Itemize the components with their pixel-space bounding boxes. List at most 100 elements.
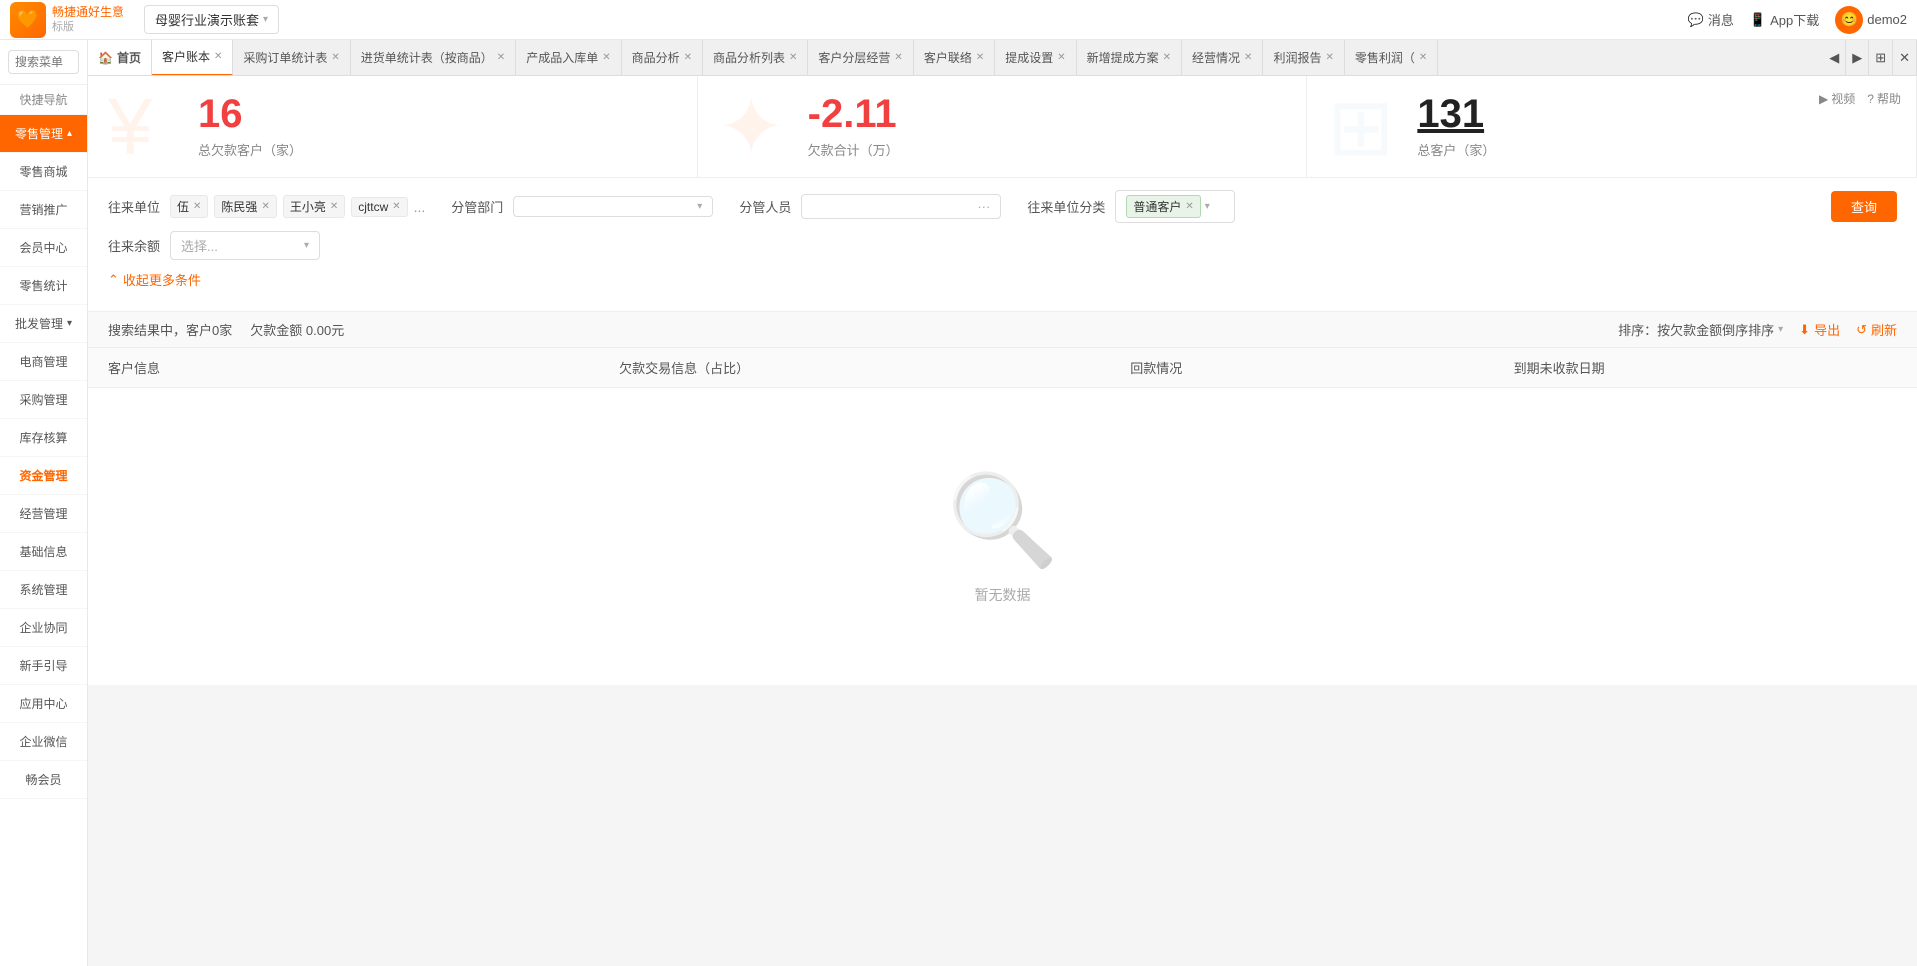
help-area: ▶ 视频 ? 帮助	[1819, 90, 1901, 107]
sidebar-item-inventory[interactable]: 库存核算	[0, 419, 87, 457]
logo-icon: 🧡	[10, 2, 46, 38]
chevron-down-icon: ▾	[1205, 201, 1210, 212]
filter-more-btn[interactable]: ...	[414, 199, 426, 215]
tag-close-icon[interactable]: ✕	[193, 201, 201, 212]
query-button[interactable]: 查询	[1831, 191, 1897, 222]
tab-close-icon[interactable]: ✕	[602, 52, 610, 63]
sidebar-item-retail-mall[interactable]: 零售商城	[0, 153, 87, 191]
filter-tag-0[interactable]: 伍 ✕	[170, 195, 208, 218]
tab-home[interactable]: 🏠 首页	[88, 40, 152, 76]
refresh-icon: ↺	[1856, 322, 1867, 338]
tab-customer-capital[interactable]: 客户账本 ✕	[152, 40, 233, 76]
tab-product-instock[interactable]: 产成品入库单 ✕	[516, 40, 621, 76]
filter-tag-2[interactable]: 王小亮 ✕	[283, 195, 345, 218]
tab-new-promotion[interactable]: 新增提成方案 ✕	[1077, 40, 1182, 76]
sidebar-item-ecommerce[interactable]: 电商管理	[0, 343, 87, 381]
tab-product-analysis-list[interactable]: 商品分析列表 ✕	[703, 40, 808, 76]
refresh-button[interactable]: ↺ 刷新	[1856, 320, 1897, 339]
filter-tag-1[interactable]: 陈民强 ✕	[214, 195, 276, 218]
tab-close-icon[interactable]: ✕	[1419, 52, 1427, 63]
sidebar-item-new-guide[interactable]: 新手引导	[0, 647, 87, 685]
more-persons-icon[interactable]: ···	[977, 199, 990, 214]
sidebar-item-retail-mgmt[interactable]: 零售管理 ▴	[0, 115, 87, 153]
sidebar-item-app-center[interactable]: 应用中心	[0, 685, 87, 723]
sidebar-item-enterprise[interactable]: 企业协同	[0, 609, 87, 647]
unit-type-label: 往来单位分类	[1027, 197, 1105, 216]
tab-profit-report[interactable]: 利润报告 ✕	[1263, 40, 1344, 76]
tab-close-icon[interactable]: ✕	[1163, 52, 1171, 63]
chevron-down-icon: ▾	[697, 201, 702, 212]
sidebar-item-marketing[interactable]: 营销推广	[0, 191, 87, 229]
sidebar-item-wechat[interactable]: 企业微信	[0, 723, 87, 761]
user-menu[interactable]: 😊 demo2	[1835, 6, 1907, 34]
sidebar-item-retail-stat[interactable]: 零售统计	[0, 267, 87, 305]
message-button[interactable]: 💬 消息	[1688, 10, 1734, 29]
sidebar-item-basic[interactable]: 基础信息	[0, 533, 87, 571]
tab-close-icon[interactable]: ✕	[789, 52, 797, 63]
sidebar-item-quick-nav[interactable]: 快捷导航	[0, 85, 87, 115]
sidebar-item-vip[interactable]: 畅会员	[0, 761, 87, 799]
col-header-1: 欠款交易信息（占比）	[619, 358, 1130, 377]
tab-purchase-stat[interactable]: 进货单统计表（按商品） ✕	[351, 40, 516, 76]
tab-close-icon[interactable]: ✕	[976, 52, 984, 63]
tab-close-icon[interactable]: ✕	[331, 52, 339, 63]
person-selector[interactable]: ···	[801, 194, 1001, 219]
stat-owed-label: 欠款合计（万）	[808, 140, 899, 159]
chevron-down-icon: ▾	[304, 240, 309, 251]
filter-tag-3[interactable]: cjttcw ✕	[351, 197, 407, 217]
search-input[interactable]	[8, 50, 79, 74]
logo-text: 畅捷通好生意 标版	[52, 5, 124, 35]
sidebar-search-area	[0, 40, 87, 85]
filter-row-2: 往来余额 选择... ▾	[108, 231, 1897, 260]
export-button[interactable]: ⬇ 导出	[1799, 320, 1840, 339]
sort-selector[interactable]: 排序：按欠款金额倒序排序 ▾	[1618, 320, 1783, 339]
tab-customer-contact[interactable]: 客户联络 ✕	[914, 40, 995, 76]
tab-close-icon[interactable]: ✕	[1057, 52, 1065, 63]
tab-customer-tier[interactable]: 客户分层经营 ✕	[808, 40, 913, 76]
sidebar-item-sys[interactable]: 系统管理	[0, 571, 87, 609]
result-info: 搜索结果中，客户0家 欠款金额 0.00元	[108, 320, 344, 339]
tab-close-icon[interactable]: ✕	[497, 52, 505, 63]
tab-purchase-order[interactable]: 采购订单统计表 ✕	[233, 40, 350, 76]
data-table: 客户信息 欠款交易信息（占比） 回款情况 到期未收款日期 🔍 暂无数据	[88, 348, 1917, 685]
tab-promotion-settings[interactable]: 提成设置 ✕	[995, 40, 1076, 76]
result-bar: 搜索结果中，客户0家 欠款金额 0.00元 排序：按欠款金额倒序排序 ▾ ⬇ 导…	[88, 312, 1917, 348]
tab-close-icon[interactable]: ✕	[684, 52, 692, 63]
stat-total-value[interactable]: 131	[1417, 94, 1495, 134]
tab-close-all-btn[interactable]: ✕	[1893, 40, 1917, 76]
main-content: ¥ 16 总欠款客户（家） ✦ -2.11 欠款合计（万）	[88, 76, 1917, 966]
home-icon: 🏠	[98, 51, 113, 65]
remainder-selector[interactable]: 选择... ▾	[170, 231, 320, 260]
collapse-button[interactable]: ⌃ 收起更多条件	[108, 264, 1897, 295]
video-help-btn[interactable]: ▶ 视频	[1819, 90, 1855, 107]
tab-close-icon[interactable]: ✕	[214, 51, 222, 62]
account-selector[interactable]: 母婴行业演示账套 ▾	[144, 5, 279, 34]
sidebar-item-purchase[interactable]: 采购管理	[0, 381, 87, 419]
tab-close-icon[interactable]: ✕	[894, 52, 902, 63]
tag-close-icon[interactable]: ✕	[392, 201, 400, 212]
dept-selector[interactable]: ▾	[513, 196, 713, 217]
sidebar-item-ops[interactable]: 经营管理	[0, 495, 87, 533]
unit-type-selector[interactable]: 普通客户 ✕ ▾	[1115, 190, 1235, 223]
tab-close-icon[interactable]: ✕	[1325, 52, 1333, 63]
help-btn[interactable]: ? 帮助	[1867, 90, 1901, 107]
tab-operation-status[interactable]: 经营情况 ✕	[1182, 40, 1263, 76]
sidebar-item-member[interactable]: 会员中心	[0, 229, 87, 267]
tag-close-icon[interactable]: ✕	[261, 201, 269, 212]
tab-close-icon[interactable]: ✕	[1244, 52, 1252, 63]
tab-product-analysis[interactable]: 商品分析 ✕	[622, 40, 703, 76]
message-icon: 💬	[1688, 12, 1704, 28]
tag-close-icon[interactable]: ✕	[1185, 201, 1193, 212]
tab-prev-btn[interactable]: ◀	[1823, 40, 1846, 76]
tag-close-icon[interactable]: ✕	[330, 201, 338, 212]
tab-retail-profit[interactable]: 零售利润（ ✕	[1345, 40, 1438, 76]
tab-next-btn[interactable]: ▶	[1846, 40, 1869, 76]
unit-label: 往来单位	[108, 197, 160, 216]
app-download-button[interactable]: 📱 App下载	[1750, 10, 1819, 29]
tab-expand-btn[interactable]: ⊞	[1869, 40, 1893, 76]
video-icon: ▶	[1819, 92, 1828, 106]
sidebar-item-wholesale[interactable]: 批发管理 ▾	[0, 305, 87, 343]
sidebar-item-capital[interactable]: 资金管理	[0, 457, 87, 495]
top-bar: 🧡 畅捷通好生意 标版 母婴行业演示账套 ▾ 💬 消息 📱 App下载	[0, 0, 1917, 40]
export-icon: ⬇	[1799, 322, 1810, 338]
